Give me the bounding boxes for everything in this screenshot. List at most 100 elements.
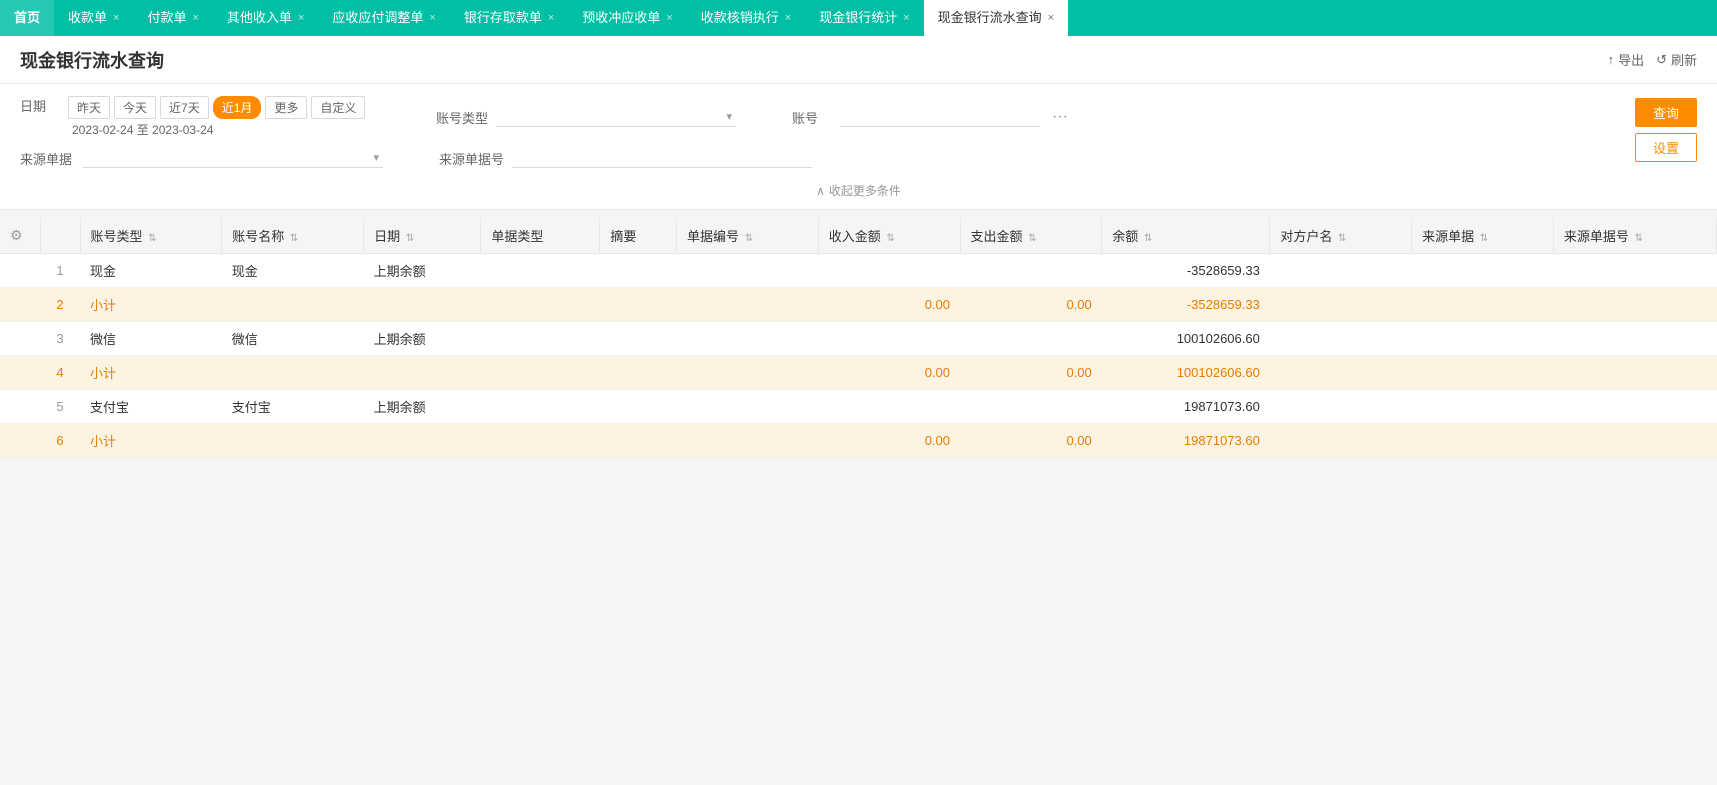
- account-type-chevron-icon: ▾: [726, 110, 732, 123]
- date-btn-today[interactable]: 今天: [114, 96, 156, 119]
- cell-source-doc: [1412, 390, 1554, 424]
- col-header-account-name[interactable]: 账号名称 ⇅: [222, 218, 364, 254]
- table-header-row: ⚙ 账号类型 ⇅ 账号名称 ⇅ 日期 ⇅ 单据类型 摘要 单据编号: [0, 218, 1717, 254]
- cell-source-doc: [1412, 322, 1554, 356]
- account-dots-icon[interactable]: ···: [1048, 106, 1072, 128]
- col-header-balance[interactable]: 余额 ⇅: [1102, 218, 1270, 254]
- collapse-bar[interactable]: ∧ 收起更多条件: [20, 178, 1697, 203]
- col-header-counterparty[interactable]: 对方户名 ⇅: [1270, 218, 1412, 254]
- table-row[interactable]: 3微信微信上期余额100102606.60: [0, 322, 1717, 356]
- query-button[interactable]: 查询: [1635, 98, 1697, 127]
- cell-source-doc: [1412, 288, 1554, 322]
- cell-settings: [0, 322, 40, 356]
- cell-rownum: 5: [40, 390, 80, 424]
- nav-close-receipt[interactable]: ×: [113, 0, 119, 36]
- refresh-button[interactable]: ↺ 刷新: [1656, 50, 1697, 69]
- nav-item-advance-offset[interactable]: 预收冲应收单 ×: [568, 0, 686, 36]
- account-type-select[interactable]: [500, 109, 726, 124]
- sort-icon-balance: ⇅: [1144, 233, 1152, 244]
- export-label: 导出: [1618, 50, 1644, 69]
- page-title: 现金银行流水查询: [20, 47, 164, 73]
- col-header-doc-no[interactable]: 单据编号 ⇅: [676, 218, 818, 254]
- nav-item-bank-deposit[interactable]: 银行存取款单 ×: [450, 0, 568, 36]
- table-body: 1现金现金上期余额-3528659.332小计0.000.00-3528659.…: [0, 254, 1717, 458]
- table-row[interactable]: 6小计0.000.0019871073.60: [0, 424, 1717, 458]
- cell-expense: 0.00: [960, 288, 1102, 322]
- nav-close-collection-exec[interactable]: ×: [785, 0, 791, 36]
- cell-balance: 100102606.60: [1102, 356, 1270, 390]
- top-navigation: 首页 收款单 × 付款单 × 其他收入单 × 应收应付调整单 × 银行存取款单 …: [0, 0, 1717, 36]
- cell-source-doc: [1412, 254, 1554, 288]
- cell-doc-type: [481, 424, 600, 458]
- export-button[interactable]: ↑ 导出: [1608, 50, 1645, 69]
- cell-doc-type: [481, 288, 600, 322]
- cell-income: [818, 390, 960, 424]
- cell-summary: [600, 322, 677, 356]
- nav-item-home[interactable]: 首页: [0, 0, 54, 36]
- cell-account-name: 微信: [222, 322, 364, 356]
- date-btn-yesterday[interactable]: 昨天: [68, 96, 110, 119]
- date-btn-last7days[interactable]: 近7天: [160, 96, 209, 119]
- nav-close-advance-offset[interactable]: ×: [666, 0, 672, 36]
- nav-close-cash-bank-stat[interactable]: ×: [903, 0, 909, 36]
- cell-rownum: 6: [40, 424, 80, 458]
- cell-expense: [960, 322, 1102, 356]
- date-btn-last1month[interactable]: 近1月: [213, 96, 262, 119]
- nav-item-cash-bank-flow[interactable]: 现金银行流水查询 ×: [924, 0, 1068, 36]
- settings-button[interactable]: 设置: [1635, 133, 1697, 162]
- table-row[interactable]: 2小计0.000.00-3528659.33: [0, 288, 1717, 322]
- nav-item-collection-exec[interactable]: 收款核销执行 ×: [687, 0, 805, 36]
- source-doc-select-wrap: ▾: [83, 148, 383, 168]
- nav-item-cash-bank-stat[interactable]: 现金银行统计 ×: [805, 0, 923, 36]
- nav-close-payment[interactable]: ×: [192, 0, 198, 36]
- nav-close-ar-adjust[interactable]: ×: [429, 0, 435, 36]
- cell-income: 0.00: [818, 356, 960, 390]
- nav-label-cash-bank-stat: 现金银行统计: [819, 0, 897, 36]
- cell-expense: [960, 390, 1102, 424]
- table-row[interactable]: 1现金现金上期余额-3528659.33: [0, 254, 1717, 288]
- nav-item-other-income[interactable]: 其他收入单 ×: [213, 0, 318, 36]
- cell-rownum: 4: [40, 356, 80, 390]
- sort-icon-income: ⇅: [886, 233, 894, 244]
- date-btn-custom[interactable]: 自定义: [311, 96, 365, 119]
- cell-income: 0.00: [818, 288, 960, 322]
- cell-rownum: 2: [40, 288, 80, 322]
- col-header-settings[interactable]: ⚙: [0, 218, 40, 254]
- cell-counterparty: [1270, 424, 1412, 458]
- header-actions: ↑ 导出 ↺ 刷新: [1608, 50, 1697, 69]
- nav-item-receipt[interactable]: 收款单 ×: [54, 0, 133, 36]
- nav-label-bank-deposit: 银行存取款单: [464, 0, 542, 36]
- date-range-display: 2023-02-24 至 2023-03-24: [72, 121, 365, 138]
- cell-account-type: 小计: [80, 288, 222, 322]
- cell-account-type: 小计: [80, 356, 222, 390]
- table-area: ⚙ 账号类型 ⇅ 账号名称 ⇅ 日期 ⇅ 单据类型 摘要 单据编号: [0, 218, 1717, 458]
- account-input[interactable]: [840, 107, 1040, 127]
- cell-date: [364, 424, 481, 458]
- source-doc-num-input[interactable]: [512, 148, 812, 168]
- table-row[interactable]: 5支付宝支付宝上期余额19871073.60: [0, 390, 1717, 424]
- nav-close-bank-deposit[interactable]: ×: [548, 0, 554, 36]
- col-header-account-type[interactable]: 账号类型 ⇅: [80, 218, 222, 254]
- col-header-income[interactable]: 收入金额 ⇅: [818, 218, 960, 254]
- account-label: 账号: [792, 108, 832, 127]
- table-row[interactable]: 4小计0.000.00100102606.60: [0, 356, 1717, 390]
- nav-item-ar-adjust[interactable]: 应收应付调整单 ×: [318, 0, 449, 36]
- col-header-source-doc-no[interactable]: 来源单据号 ⇅: [1553, 218, 1716, 254]
- table-gear-icon[interactable]: ⚙: [10, 227, 23, 243]
- cell-counterparty: [1270, 322, 1412, 356]
- nav-close-cash-bank-flow[interactable]: ×: [1048, 0, 1054, 36]
- filter-actions: 查询 设置: [1619, 96, 1697, 162]
- cell-balance: -3528659.33: [1102, 254, 1270, 288]
- cell-source-doc-no: [1553, 322, 1716, 356]
- col-header-expense[interactable]: 支出金额 ⇅: [960, 218, 1102, 254]
- source-doc-select[interactable]: [87, 150, 373, 165]
- date-label: 日期: [20, 96, 60, 115]
- sort-icon-date: ⇅: [406, 233, 414, 244]
- col-header-source-doc[interactable]: 来源单据 ⇅: [1412, 218, 1554, 254]
- nav-close-other-income[interactable]: ×: [298, 0, 304, 36]
- cell-expense: 0.00: [960, 356, 1102, 390]
- col-header-date[interactable]: 日期 ⇅: [364, 218, 481, 254]
- cell-expense: 0.00: [960, 424, 1102, 458]
- nav-item-payment[interactable]: 付款单 ×: [133, 0, 212, 36]
- date-btn-more[interactable]: 更多: [265, 96, 307, 119]
